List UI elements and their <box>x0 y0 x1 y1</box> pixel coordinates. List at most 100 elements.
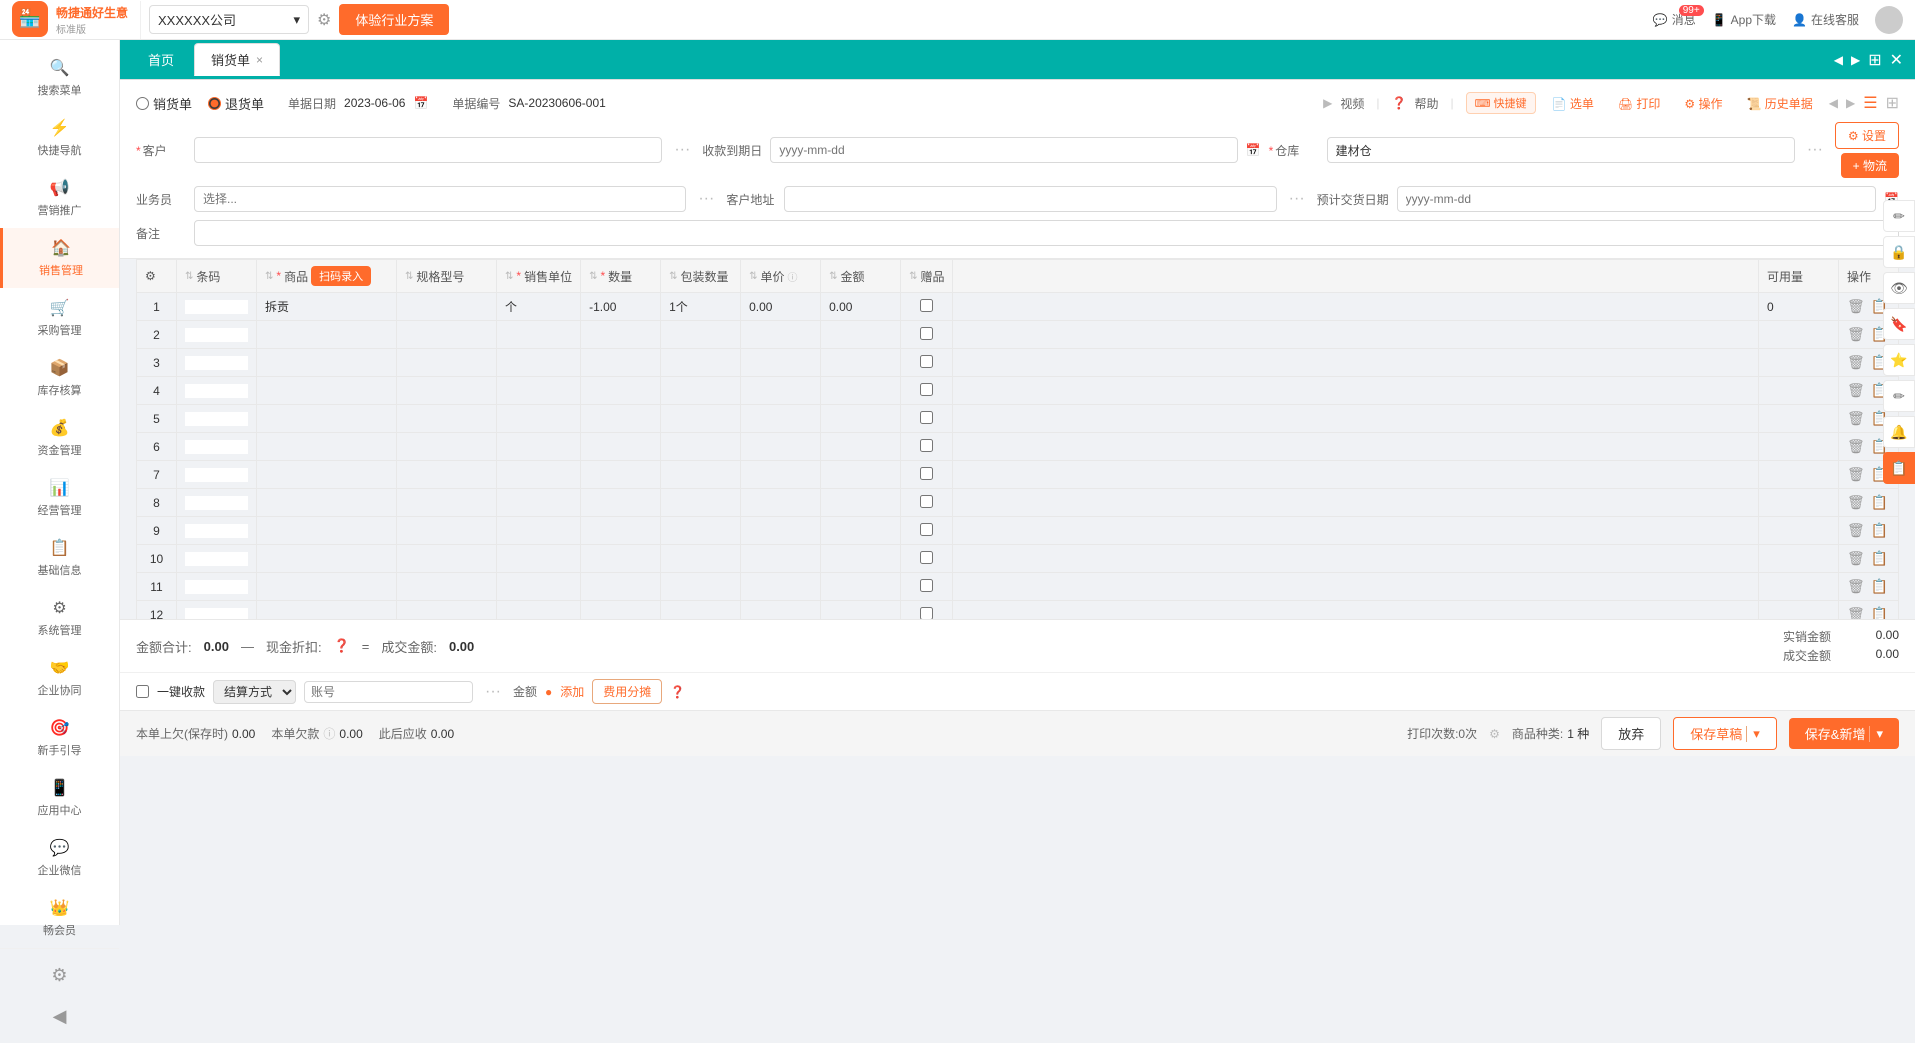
row-spec-8[interactable] <box>397 489 497 517</box>
row-price-9[interactable] <box>741 517 821 545</box>
sidebar-item-finance[interactable]: 💰 资金管理 <box>0 408 119 468</box>
row-spec-1[interactable] <box>397 293 497 321</box>
row-pkgqty-10[interactable] <box>661 545 741 573</box>
sidebar-item-guide[interactable]: 🎯 新手引导 <box>0 708 119 768</box>
row-barcode-7[interactable] <box>177 461 257 489</box>
gift-checkbox-10[interactable] <box>920 551 933 564</box>
row-barcode-10[interactable] <box>177 545 257 573</box>
row-pkgqty-7[interactable] <box>661 461 741 489</box>
row-copy-icon-9[interactable]: 📋 <box>1871 522 1888 539</box>
row-gift-12[interactable] <box>901 601 953 620</box>
row-copy-icon-12[interactable]: 📋 <box>1871 606 1888 619</box>
row-pkgqty-6[interactable] <box>661 433 741 461</box>
company-selector[interactable]: XXXXXX公司 ▾ <box>149 5 309 34</box>
row-spec-3[interactable] <box>397 349 497 377</box>
row-delete-icon-6[interactable]: 🗑 <box>1847 438 1865 455</box>
row-delete-icon-11[interactable]: 🗑 <box>1847 578 1865 595</box>
row-delete-icon-3[interactable]: 🗑 <box>1847 354 1865 371</box>
user-avatar[interactable] <box>1875 6 1903 34</box>
sidebar-item-sales[interactable]: 🏠 销售管理 <box>0 228 119 288</box>
customer-input[interactable] <box>194 137 662 163</box>
row-delete-icon-7[interactable]: 🗑 <box>1847 466 1865 483</box>
one-pay-checkbox[interactable] <box>136 685 149 698</box>
table-scroll[interactable]: ⚙ ⇅条码 ⇅ *商品 扫码录入 ⇅规格型号 ⇅*销售单位 <box>136 259 1899 619</box>
barcode-input-9[interactable] <box>185 524 248 538</box>
barcode-input-2[interactable] <box>185 328 248 342</box>
gift-checkbox-7[interactable] <box>920 467 933 480</box>
row-copy-icon-10[interactable]: 📋 <box>1871 550 1888 567</box>
radio-sales[interactable]: 销货单 <box>136 94 192 113</box>
row-amount-1[interactable]: 0.00 <box>821 293 901 321</box>
price-info-icon[interactable]: ⓘ <box>787 269 797 284</box>
radio-return-input[interactable] <box>208 97 221 110</box>
logistics-button[interactable]: + 物流 <box>1841 153 1899 178</box>
row-amount-9[interactable] <box>821 517 901 545</box>
row-qty-8[interactable] <box>581 489 661 517</box>
row-qty-12[interactable] <box>581 601 661 620</box>
row-gift-7[interactable] <box>901 461 953 489</box>
barcode-input-5[interactable] <box>185 412 248 426</box>
add-label[interactable]: 添加 <box>560 683 584 700</box>
expected-delivery-input[interactable] <box>1397 186 1876 212</box>
settings-icon[interactable]: ⚙ <box>317 10 331 30</box>
float-lock-button[interactable]: 🔒 <box>1883 236 1915 268</box>
row-delete-icon-1[interactable]: 🗑 <box>1847 298 1865 315</box>
tab-next-icon[interactable]: ▶ <box>1851 53 1860 67</box>
row-product-4[interactable] <box>257 377 397 405</box>
row-gift-4[interactable] <box>901 377 953 405</box>
toolbar-shortcut[interactable]: ⌨ 快捷键 <box>1466 92 1536 114</box>
row-product-10[interactable] <box>257 545 397 573</box>
row-spec-11[interactable] <box>397 573 497 601</box>
row-unit-10[interactable] <box>497 545 581 573</box>
row-pkgqty-8[interactable] <box>661 489 741 517</box>
row-pkgqty-3[interactable] <box>661 349 741 377</box>
float-action-button[interactable]: 📋 <box>1883 452 1915 484</box>
tab-grid-icon[interactable]: ⊞ <box>1868 50 1881 70</box>
row-spec-9[interactable] <box>397 517 497 545</box>
row-barcode-2[interactable] <box>177 321 257 349</box>
toolbar-next[interactable]: ▶ <box>1846 96 1855 110</box>
row-barcode-12[interactable] <box>177 601 257 620</box>
row-qty-4[interactable] <box>581 377 661 405</box>
row-barcode-6[interactable] <box>177 433 257 461</box>
abandon-button[interactable]: 放弃 <box>1601 717 1661 750</box>
row-amount-8[interactable] <box>821 489 901 517</box>
notes-input[interactable] <box>194 220 1899 246</box>
row-qty-1[interactable]: -1.00 <box>581 293 661 321</box>
row-spec-7[interactable] <box>397 461 497 489</box>
row-spec-5[interactable] <box>397 405 497 433</box>
discount-help-icon[interactable]: ❓ <box>334 638 350 654</box>
row-amount-4[interactable] <box>821 377 901 405</box>
row-spec-2[interactable] <box>397 321 497 349</box>
row-gift-2[interactable] <box>901 321 953 349</box>
barcode-input-8[interactable] <box>185 496 248 510</box>
row-barcode-5[interactable] <box>177 405 257 433</box>
row-price-7[interactable] <box>741 461 821 489</box>
customer-addr-input[interactable] <box>784 186 1276 212</box>
tab-home[interactable]: 首页 <box>132 44 190 75</box>
sidebar-item-search[interactable]: 🔍 搜索菜单 <box>0 48 119 108</box>
th-settings[interactable]: ⚙ <box>137 260 177 293</box>
row-qty-7[interactable] <box>581 461 661 489</box>
row-product-8[interactable] <box>257 489 397 517</box>
row-unit-12[interactable] <box>497 601 581 620</box>
row-pkgqty-4[interactable] <box>661 377 741 405</box>
app-download-button[interactable]: 📱 App下载 <box>1712 11 1776 28</box>
row-product-1[interactable]: 拆贡 <box>257 293 397 321</box>
row-price-2[interactable] <box>741 321 821 349</box>
toolbar-operation[interactable]: ⚙ 操作 <box>1676 93 1730 114</box>
row-unit-5[interactable] <box>497 405 581 433</box>
float-bell-button[interactable]: 🔔 <box>1883 416 1915 448</box>
row-delete-icon-12[interactable]: 🗑 <box>1847 606 1865 619</box>
row-gift-1[interactable] <box>901 293 953 321</box>
row-gift-5[interactable] <box>901 405 953 433</box>
row-amount-2[interactable] <box>821 321 901 349</box>
row-barcode-4[interactable] <box>177 377 257 405</box>
tab-prev-icon[interactable]: ◀ <box>1834 53 1843 67</box>
sidebar-item-inventory[interactable]: 📦 库存核算 <box>0 348 119 408</box>
toolbar-list-view[interactable]: ☰ <box>1863 93 1877 113</box>
trial-button[interactable]: 体验行业方案 <box>339 4 449 35</box>
warehouse-dots-button[interactable]: ··· <box>1803 141 1827 159</box>
row-price-4[interactable] <box>741 377 821 405</box>
row-price-11[interactable] <box>741 573 821 601</box>
